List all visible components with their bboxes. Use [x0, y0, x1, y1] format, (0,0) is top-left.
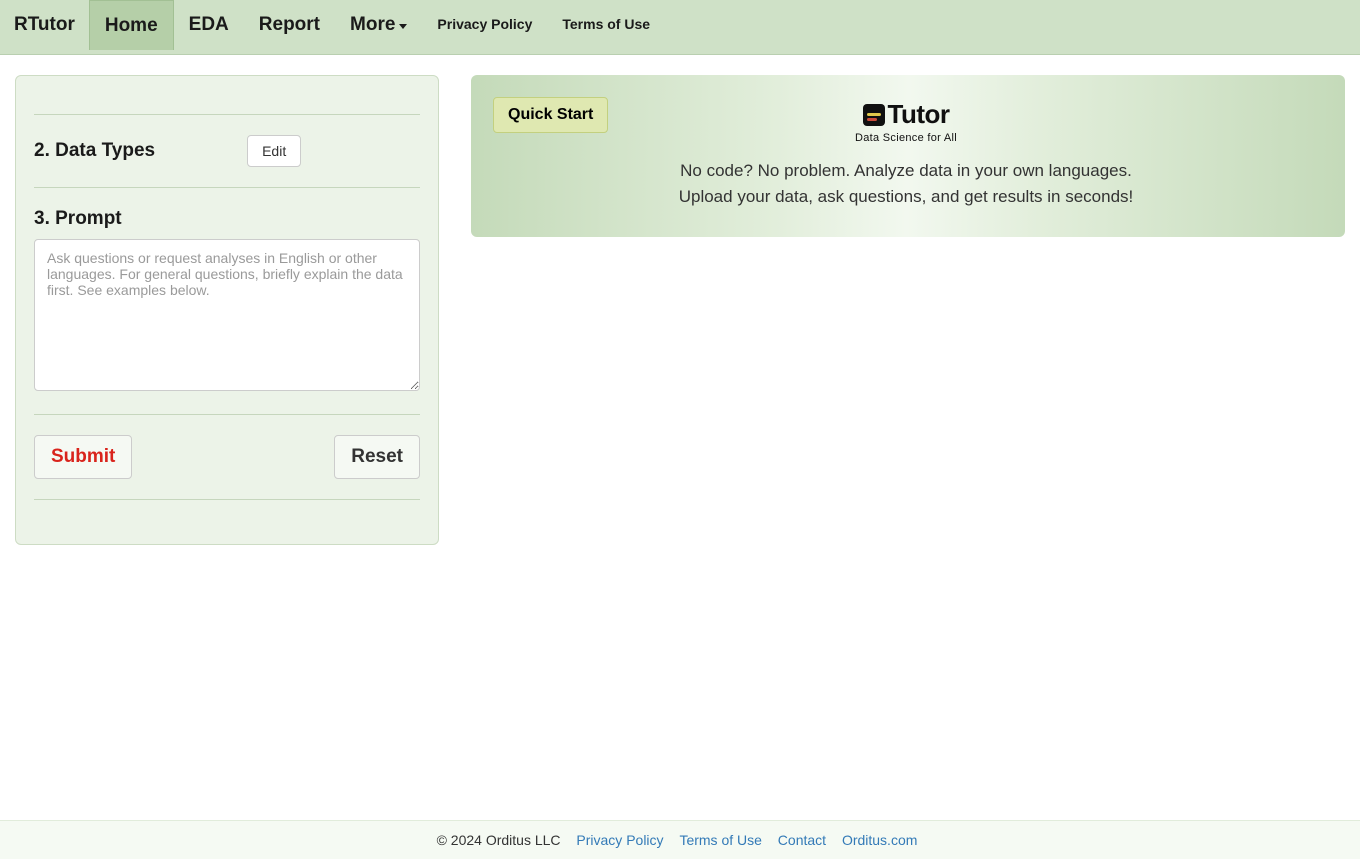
main-panel: Quick Start Tutor Data Science for All N…: [471, 75, 1345, 545]
action-row: Submit Reset: [34, 435, 420, 479]
divider: [34, 414, 420, 415]
prompt-section: 3. Prompt: [34, 208, 420, 394]
hero-logo: Tutor Data Science for All: [493, 99, 1319, 144]
logo-r-icon: [863, 104, 885, 126]
brand-title[interactable]: RTutor: [0, 0, 89, 54]
reset-button[interactable]: Reset: [334, 435, 420, 479]
main-container: 2. Data Types Edit 3. Prompt Submit Rese…: [0, 55, 1360, 545]
footer: © 2024 Orditus LLC Privacy Policy Terms …: [0, 820, 1360, 859]
logo-subtitle: Data Science for All: [855, 132, 957, 144]
prompt-input[interactable]: [34, 239, 420, 391]
tagline-line-2: Upload your data, ask questions, and get…: [493, 184, 1319, 210]
nav-eda[interactable]: EDA: [174, 0, 244, 50]
nav-home[interactable]: Home: [89, 0, 174, 50]
caret-down-icon: [399, 24, 407, 29]
divider: [34, 187, 420, 188]
footer-contact[interactable]: Contact: [778, 832, 826, 848]
nav-more[interactable]: More: [335, 0, 422, 50]
prompt-title: 3. Prompt: [34, 208, 420, 230]
sidebar-panel: 2. Data Types Edit 3. Prompt Submit Rese…: [15, 75, 439, 545]
logo-text: Tutor: [888, 99, 950, 130]
edit-button[interactable]: Edit: [247, 135, 301, 167]
quick-start-button[interactable]: Quick Start: [493, 97, 608, 133]
navbar: RTutor Home EDA Report More Privacy Poli…: [0, 0, 1360, 55]
divider: [34, 499, 420, 500]
footer-orditus[interactable]: Orditus.com: [842, 832, 917, 848]
footer-privacy[interactable]: Privacy Policy: [576, 832, 663, 848]
nav-report[interactable]: Report: [244, 0, 335, 50]
hero-tagline: No code? No problem. Analyze data in you…: [493, 158, 1319, 211]
nav-tabs: Home EDA Report More Privacy Policy Term…: [89, 0, 665, 54]
hero-panel: Quick Start Tutor Data Science for All N…: [471, 75, 1345, 237]
nav-more-label: More: [350, 14, 395, 36]
data-types-title: 2. Data Types: [34, 140, 155, 162]
tagline-line-1: No code? No problem. Analyze data in you…: [493, 158, 1319, 184]
footer-copyright: © 2024 Orditus LLC: [437, 832, 561, 848]
logo-main: Tutor: [863, 99, 950, 130]
nav-privacy[interactable]: Privacy Policy: [422, 0, 547, 54]
nav-terms[interactable]: Terms of Use: [547, 0, 665, 54]
data-types-section: 2. Data Types Edit: [34, 135, 420, 167]
footer-terms[interactable]: Terms of Use: [679, 832, 761, 848]
submit-button[interactable]: Submit: [34, 435, 132, 479]
divider: [34, 114, 420, 115]
